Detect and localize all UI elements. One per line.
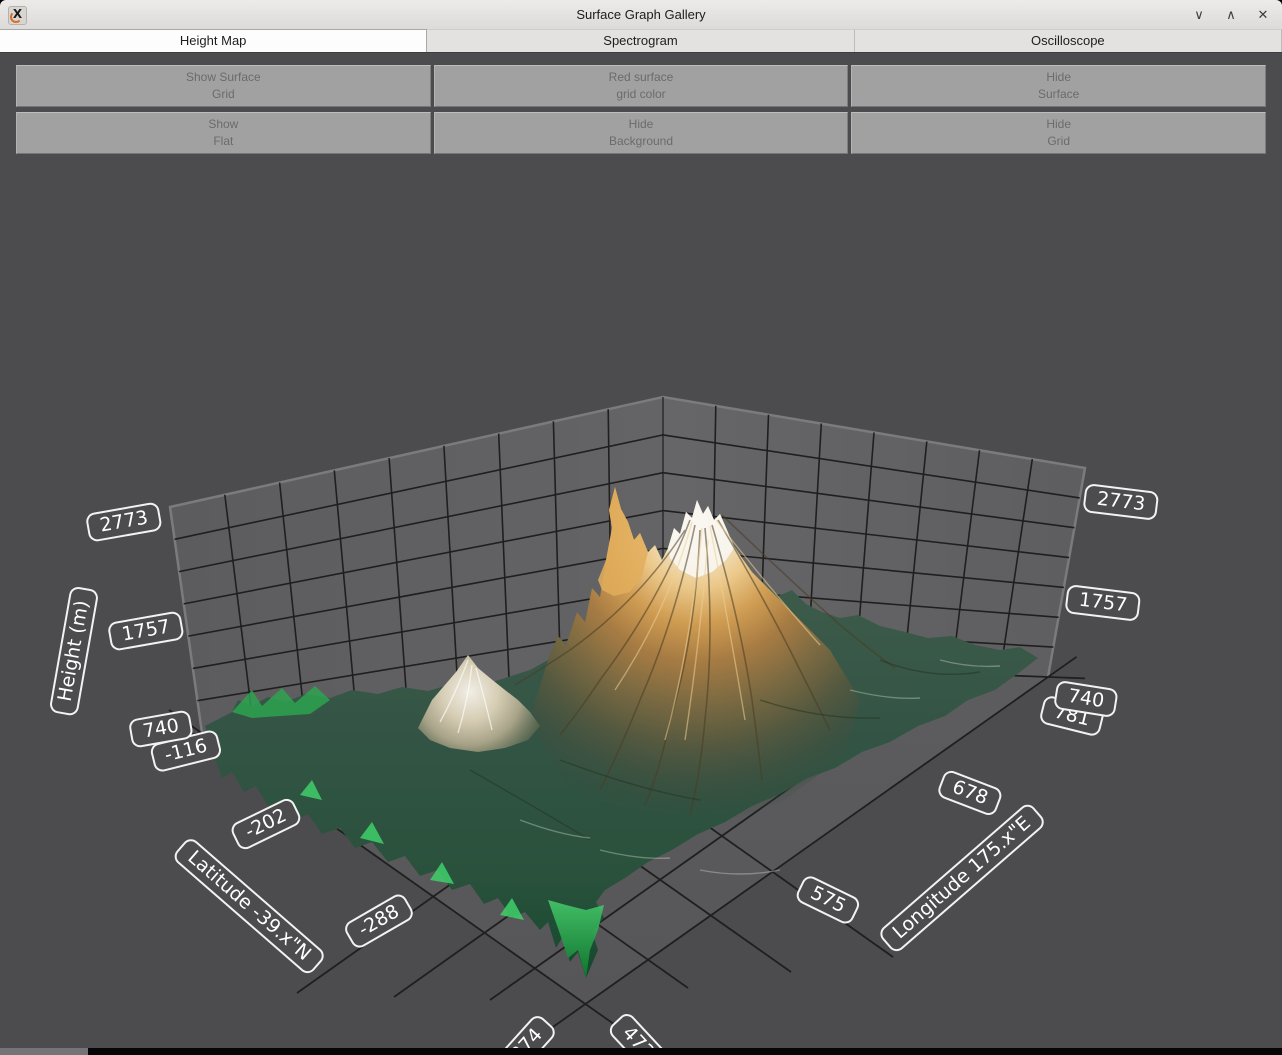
button-label: Hide [435,116,848,133]
hide-background-button[interactable]: Hide Background [434,112,849,154]
show-flat-button[interactable]: Show Flat [16,112,431,154]
button-label: Red surface [435,69,848,86]
tab-oscilloscope[interactable]: Oscilloscope [855,29,1282,52]
button-label: Show [17,116,430,133]
window-title: Surface Graph Gallery [0,0,1282,29]
button-label: Grid [852,133,1265,150]
tab-bar: Height Map Spectrogram Oscilloscope [0,29,1282,53]
button-label: Hide [852,116,1265,133]
tab-height-map[interactable]: Height Map [0,29,427,52]
bottom-edge-segment [0,1048,88,1055]
tab-spectrogram[interactable]: Spectrogram [427,29,854,52]
button-label: Flat [17,133,430,150]
app-window: X Surface Graph Gallery ∨ ∧ ✕ Height Map… [0,0,1282,1055]
surface-plot-canvas [0,0,1282,1055]
bottom-window-edge [0,1048,1282,1055]
hide-surface-button[interactable]: Hide Surface [851,65,1266,107]
hide-grid-button[interactable]: Hide Grid [851,112,1266,154]
button-label: Surface [852,86,1265,103]
show-surface-grid-button[interactable]: Show Surface Grid [16,65,431,107]
shade-window-icon[interactable]: ∨ [1190,6,1208,24]
button-label: Hide [852,69,1265,86]
red-surface-grid-color-button[interactable]: Red surface grid color [434,65,849,107]
button-label: Show Surface [17,69,430,86]
close-window-icon[interactable]: ✕ [1254,6,1272,24]
maximize-window-icon[interactable]: ∧ [1222,6,1240,24]
button-label: grid color [435,86,848,103]
title-bar[interactable]: X Surface Graph Gallery ∨ ∧ ✕ [0,0,1282,30]
button-label: Grid [17,86,430,103]
button-label: Background [435,133,848,150]
surface-3d-view[interactable]: -116 2773 1757 740 Height (m) 781 2773 1… [0,0,1282,1055]
